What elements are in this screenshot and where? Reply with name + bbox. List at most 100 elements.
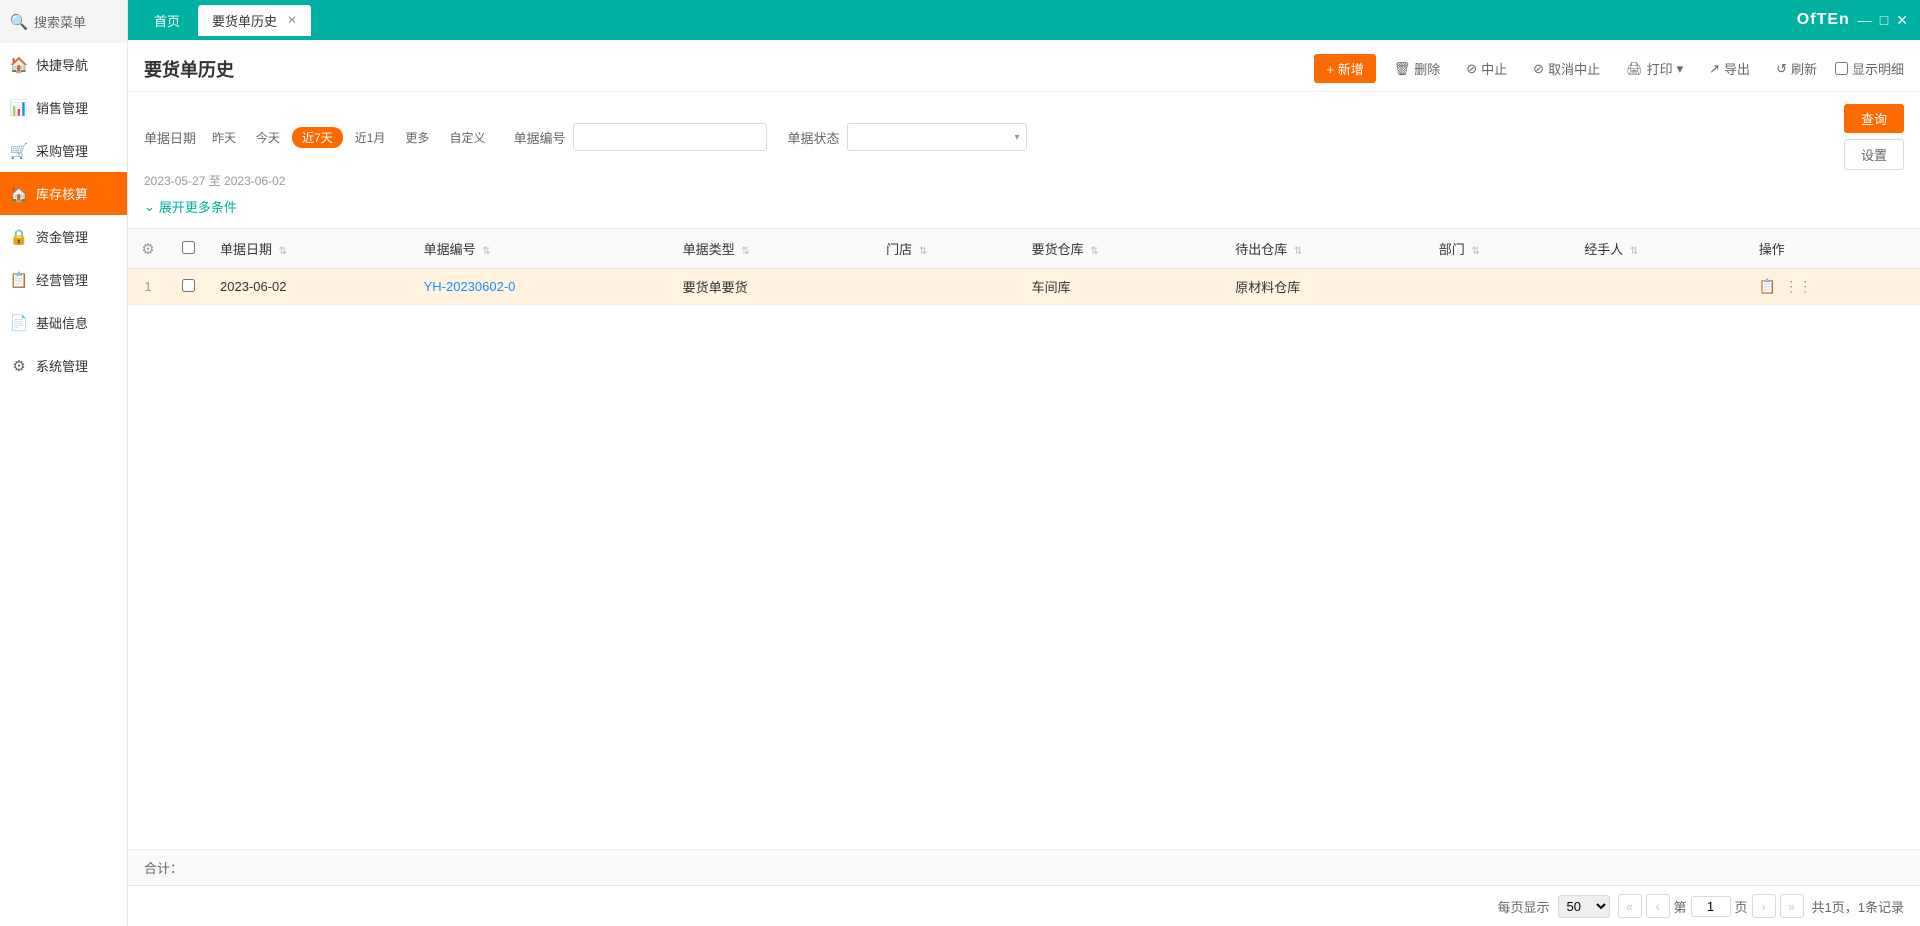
tab-close-icon[interactable]: ✕ xyxy=(287,13,297,27)
expand-more-button[interactable]: ⌄ 展开更多条件 xyxy=(144,197,1904,216)
order-no-input[interactable] xyxy=(573,123,767,151)
prev-page-button[interactable]: ‹ xyxy=(1646,894,1670,918)
table-gear-icon[interactable]: ⚙ xyxy=(141,241,154,258)
row-handler xyxy=(1572,269,1747,305)
table-header-row: ⚙ 单据日期 ⇅ 单据编号 ⇅ xyxy=(128,229,1920,269)
order-no-label: 单据编号 xyxy=(513,128,565,147)
sidebar-item-quick-nav[interactable]: 🏠 快捷导航 xyxy=(0,43,127,86)
close-button[interactable]: ✕ xyxy=(1896,12,1908,29)
sidebar-search-label: 搜索菜单 xyxy=(34,12,86,31)
sidebar-item-label: 系统管理 xyxy=(36,356,88,375)
col-order-type[interactable]: 单据类型 ⇅ xyxy=(671,229,875,269)
date-btn-yesterday[interactable]: 昨天 xyxy=(204,127,244,148)
sidebar-item-operations[interactable]: 📋 经营管理 xyxy=(0,258,127,301)
cancel-stop-icon: ⊘ xyxy=(1533,61,1544,77)
page-title: 要货单历史 xyxy=(144,56,234,82)
sidebar-item-label: 基础信息 xyxy=(36,313,88,332)
sidebar-item-sales[interactable]: 📊 销售管理 xyxy=(0,86,127,129)
date-range-display: 2023-05-27 至 2023-06-02 xyxy=(144,172,1904,189)
sort-icon: ⇅ xyxy=(1630,246,1638,257)
print-button[interactable]: 🖨 打印 ▾ xyxy=(1618,55,1691,82)
data-table: ⚙ 单据日期 ⇅ 单据编号 ⇅ xyxy=(128,229,1920,305)
select-all-checkbox[interactable] xyxy=(182,241,195,254)
sidebar-item-label: 销售管理 xyxy=(36,98,88,117)
table-checkbox-col[interactable] xyxy=(168,229,208,269)
tab-history-label: 要货单历史 xyxy=(212,11,277,30)
chevron-down-small-icon: ⌄ xyxy=(144,199,155,215)
maximize-button[interactable]: □ xyxy=(1880,12,1888,28)
row-store xyxy=(874,269,1019,305)
chart-icon: 📊 xyxy=(10,99,28,117)
row-checkbox[interactable] xyxy=(182,279,195,292)
sidebar-item-inventory[interactable]: 🏠 库存核算 xyxy=(0,172,127,215)
date-btn-custom[interactable]: 自定义 xyxy=(441,127,493,148)
more-icon[interactable]: ⋮⋮ xyxy=(1784,278,1812,295)
minimize-button[interactable]: — xyxy=(1858,12,1872,28)
date-btn-last7days[interactable]: 近7天 xyxy=(292,127,343,148)
sidebar-item-basic-info[interactable]: 📄 基础信息 xyxy=(0,301,127,344)
page-size-label: 每页显示 xyxy=(1497,897,1549,916)
new-button[interactable]: + 新增 xyxy=(1314,54,1375,83)
page-size-select[interactable]: 50 10 20 100 xyxy=(1558,895,1610,918)
sort-icon: ⇅ xyxy=(919,246,927,257)
sidebar-search[interactable]: 🔍 搜索菜单 xyxy=(0,0,127,43)
order-no-filter-group: 单据编号 xyxy=(513,123,767,151)
date-btn-last-month[interactable]: 近1月 xyxy=(347,127,394,148)
col-department[interactable]: 部门 ⇅ xyxy=(1427,229,1572,269)
sidebar: 🔍 搜索菜单 🏠 快捷导航 📊 销售管理 🛒 采购管理 🏠 库存核算 🔒 资金管… xyxy=(0,0,128,926)
sidebar-item-system[interactable]: ⚙ 系统管理 xyxy=(0,344,127,387)
tab-home-label: 首页 xyxy=(154,11,180,30)
operation-icons: 📋 ⋮⋮ xyxy=(1759,278,1908,295)
col-date[interactable]: 单据日期 ⇅ xyxy=(208,229,412,269)
col-order-no[interactable]: 单据编号 ⇅ xyxy=(412,229,671,269)
table-settings-col[interactable]: ⚙ xyxy=(128,229,168,269)
row-order-no[interactable]: YH-20230602-0 xyxy=(412,269,671,305)
cancel-stop-button[interactable]: ⊘ 取消中止 xyxy=(1525,55,1608,82)
refresh-button[interactable]: ↺ 刷新 xyxy=(1768,55,1825,82)
display-detail-checkbox[interactable] xyxy=(1835,62,1848,75)
row-req-warehouse: 车间库 xyxy=(1020,269,1224,305)
query-button[interactable]: 查询 xyxy=(1844,104,1904,133)
filter-row-1: 单据日期 昨天 今天 近7天 近1月 更多 自定义 单据编号 xyxy=(144,104,1904,170)
clipboard-icon: 📋 xyxy=(10,271,28,289)
date-btn-today[interactable]: 今天 xyxy=(248,127,288,148)
inventory-icon: 🏠 xyxy=(10,185,28,203)
gear-icon: ⚙ xyxy=(10,357,28,375)
col-handler[interactable]: 经手人 ⇅ xyxy=(1572,229,1747,269)
delete-button[interactable]: 🗑 删除 xyxy=(1386,55,1449,82)
table-area: ⚙ 单据日期 ⇅ 单据编号 ⇅ xyxy=(128,229,1920,849)
col-req-warehouse[interactable]: 要货仓库 ⇅ xyxy=(1020,229,1224,269)
settings-button[interactable]: 设置 xyxy=(1844,139,1904,170)
first-page-button[interactable]: « xyxy=(1618,894,1642,918)
sidebar-item-finance[interactable]: 🔒 资金管理 xyxy=(0,215,127,258)
stop-button[interactable]: ⊘ 中止 xyxy=(1458,55,1515,82)
col-pending-warehouse[interactable]: 待出仓库 ⇅ xyxy=(1223,229,1427,269)
row-checkbox-col[interactable] xyxy=(168,269,208,305)
page-unit: 页 xyxy=(1735,897,1748,916)
cart-icon: 🛒 xyxy=(10,142,28,160)
tab-home[interactable]: 首页 xyxy=(140,5,194,36)
page-number-input[interactable] xyxy=(1691,896,1731,917)
order-no-link[interactable]: YH-20230602-0 xyxy=(424,279,516,294)
edit-icon[interactable]: 📋 xyxy=(1759,278,1776,295)
sidebar-item-purchase[interactable]: 🛒 采购管理 xyxy=(0,129,127,172)
status-select[interactable] xyxy=(847,123,1027,151)
export-button[interactable]: ↗ 导出 xyxy=(1701,55,1758,82)
doc-icon: 📄 xyxy=(10,314,28,332)
sidebar-item-label: 经营管理 xyxy=(36,270,88,289)
display-detail-toggle[interactable]: 显示明细 xyxy=(1835,59,1904,78)
status-select-wrapper: ▾ xyxy=(847,123,1027,151)
col-store[interactable]: 门店 ⇅ xyxy=(874,229,1019,269)
stop-icon: ⊘ xyxy=(1466,61,1477,77)
next-page-button[interactable]: › xyxy=(1752,894,1776,918)
pagination-bar: 每页显示 50 10 20 100 « ‹ 第 页 › » 共1页，1条记录 xyxy=(128,885,1920,926)
print-icon: 🖨 xyxy=(1626,61,1643,77)
status-label: 单据状态 xyxy=(787,128,839,147)
top-bar: 首页 要货单历史 ✕ OfTEn — □ ✕ xyxy=(128,0,1920,40)
date-btn-more[interactable]: 更多 xyxy=(397,127,437,148)
tab-history[interactable]: 要货单历史 ✕ xyxy=(198,5,311,36)
page-header: 要货单历史 + 新增 🗑 删除 ⊘ 中止 ⊘ 取消中止 xyxy=(128,40,1920,92)
date-filter-label: 单据日期 xyxy=(144,128,196,147)
row-order-type: 要货单要货 xyxy=(671,269,875,305)
last-page-button[interactable]: » xyxy=(1780,894,1804,918)
